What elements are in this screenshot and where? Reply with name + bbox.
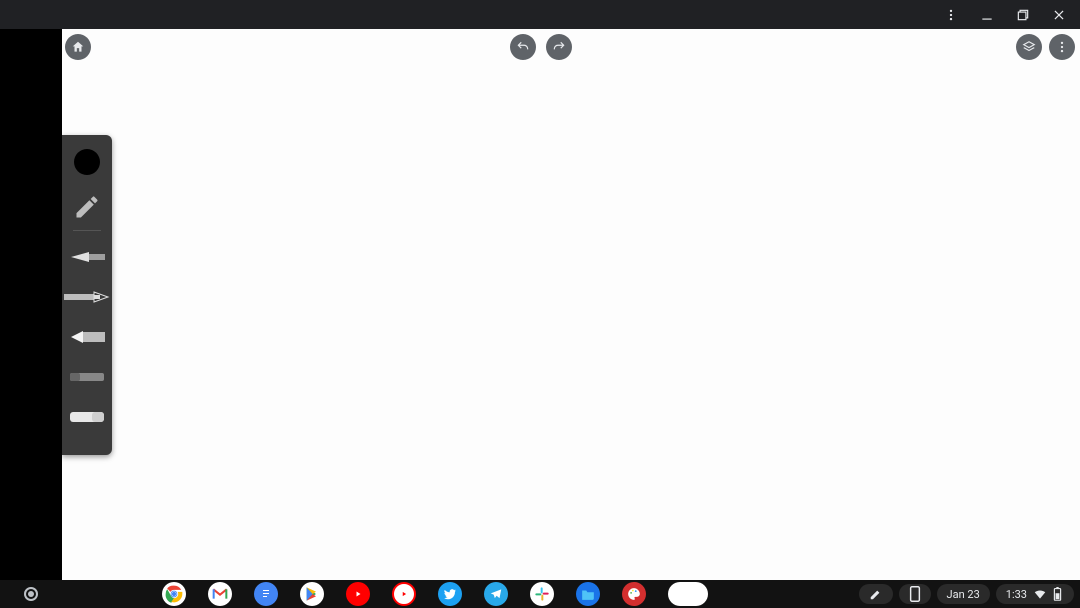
redo-button[interactable] [546,34,572,60]
window-more-icon[interactable] [942,6,960,24]
shelf-status-area: Jan 23 1:33 [859,580,1080,608]
restore-icon[interactable] [1014,6,1032,24]
shelf: Jan 23 1:33 [0,580,1080,608]
tool-brush[interactable] [62,237,112,277]
app-youtube[interactable] [346,582,370,606]
tool-panel [62,135,112,455]
tool-smudge[interactable] [62,357,112,397]
date-display[interactable]: Jan 23 [937,584,990,604]
time-text: 1:33 [1006,588,1027,601]
app-gmail[interactable] [208,582,232,606]
wifi-icon [1033,588,1047,600]
home-button[interactable] [65,34,91,60]
launcher-icon [24,587,38,601]
launcher-button[interactable] [0,587,62,601]
window-titlebar [0,0,1080,29]
date-text: Jan 23 [947,588,980,601]
status-tray[interactable]: 1:33 [996,584,1074,604]
close-icon[interactable] [1050,6,1068,24]
drawing-canvas[interactable] [62,29,1080,583]
battery-icon [1053,587,1062,601]
undo-button[interactable] [510,34,536,60]
app-telegram[interactable] [484,582,508,606]
color-swatch[interactable] [74,149,100,175]
tool-pencil[interactable] [62,187,112,227]
app-slack[interactable] [530,582,554,606]
app-play-store[interactable] [300,582,324,606]
shelf-apps [162,582,708,606]
app-twitter[interactable] [438,582,462,606]
app-area [62,29,1080,583]
tool-marker[interactable] [62,317,112,357]
app-youtube-music[interactable] [392,582,416,606]
tool-pen[interactable] [62,277,112,317]
app-docs[interactable] [254,582,278,606]
app-chrome[interactable] [162,582,186,606]
overflow-button[interactable] [1049,34,1075,60]
app-recent-group[interactable] [668,582,708,606]
tool-eraser[interactable] [62,397,112,437]
app-files[interactable] [576,582,600,606]
tool-divider [73,230,101,231]
stylus-button[interactable] [859,584,893,604]
app-paint[interactable] [622,582,646,606]
phone-hub-button[interactable] [899,584,931,604]
layers-button[interactable] [1016,34,1042,60]
minimize-icon[interactable] [978,6,996,24]
